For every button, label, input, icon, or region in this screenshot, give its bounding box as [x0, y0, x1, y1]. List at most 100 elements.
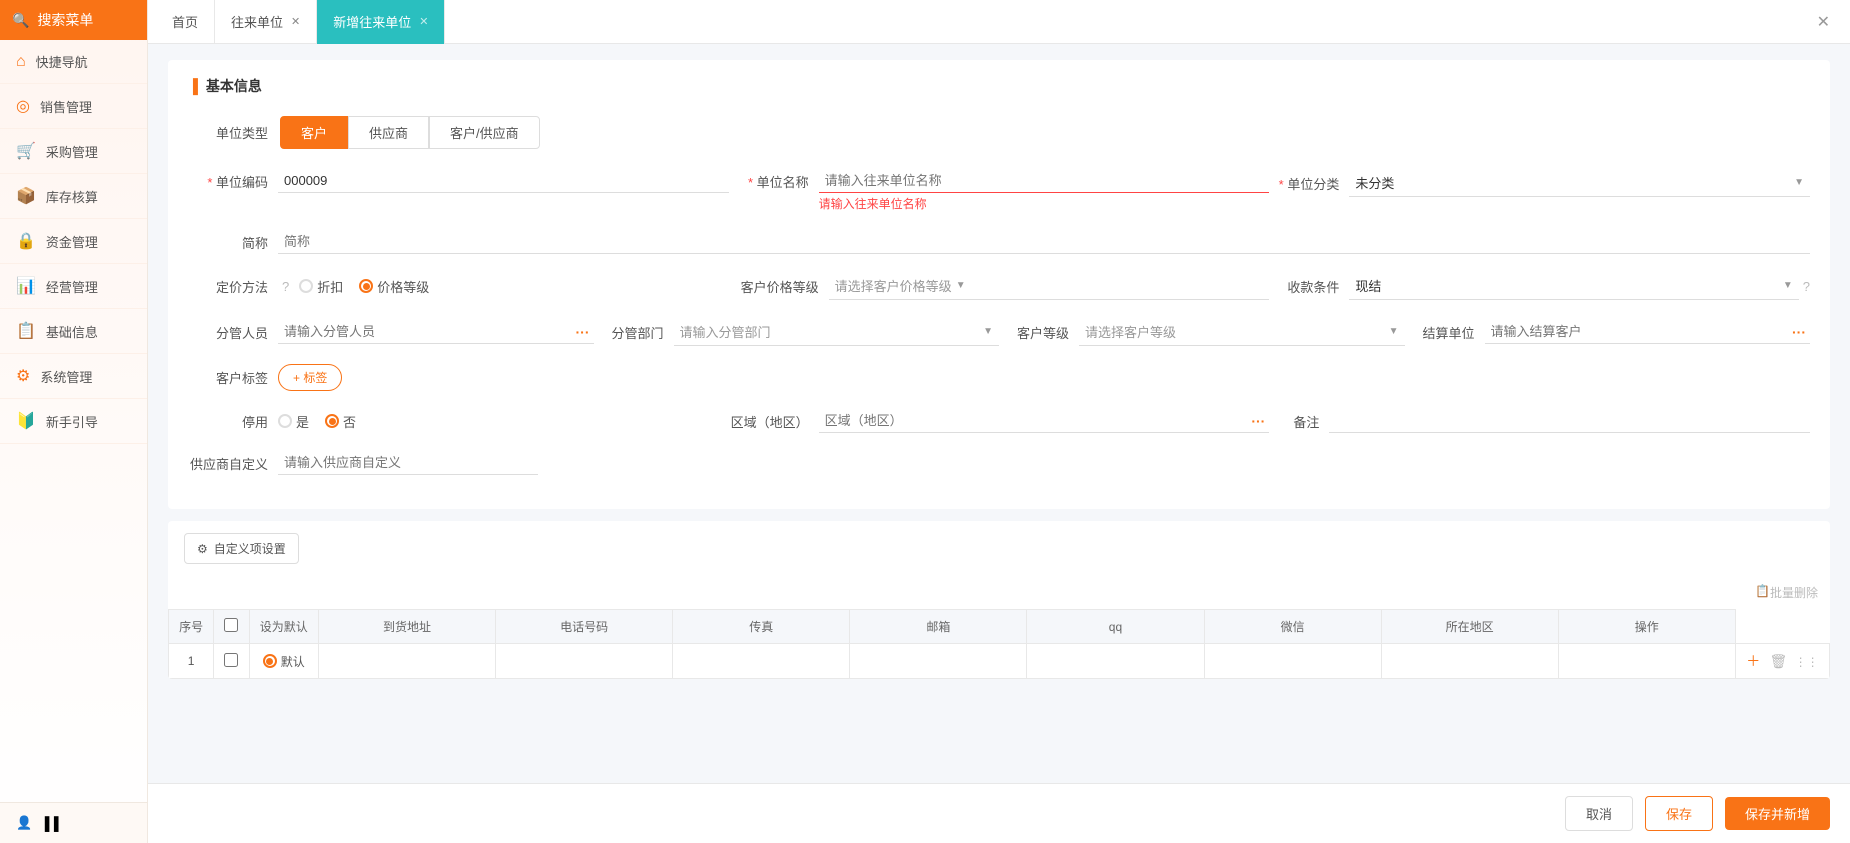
th-default [214, 610, 249, 644]
td-default-radio: 默认 [249, 644, 318, 679]
batch-delete-label[interactable]: 批量删除 [1770, 584, 1818, 601]
form-row-disabled: 停用 是 否 区域（地区） [188, 409, 1810, 433]
select-all-checkbox[interactable] [224, 618, 238, 632]
tab-home[interactable]: 首页 [156, 0, 215, 44]
short-name-input[interactable] [278, 230, 1810, 254]
user-avatar: 👤 [16, 815, 32, 831]
custom-settings-button[interactable]: ⚙ 自定义项设置 [184, 533, 299, 564]
home-icon: ⌂ [16, 53, 26, 71]
sidebar-item-quick-nav[interactable]: ⌂ 快捷导航 [0, 40, 147, 84]
th-seq: 序号 [169, 610, 214, 644]
settlement-dots-btn[interactable]: ··· [1788, 324, 1810, 340]
row-delete-button[interactable]: 🗑 [1770, 653, 1788, 669]
td-region-cell[interactable] [1558, 644, 1735, 679]
th-region: 所在地区 [1381, 610, 1558, 644]
pricing-discount-radio[interactable]: 折扣 [299, 277, 343, 296]
sidebar-item-finance[interactable]: 🔒 资金管理 [0, 219, 147, 264]
payment-terms-group: 收款条件 现结 ▼ ? [1269, 272, 1810, 300]
contact-table: 序号 设为默认 到货地址 电话号码 传真 邮箱 qq 微信 所在地区 操作 [168, 609, 1830, 679]
pricing-radio-group: 折扣 价格等级 [299, 277, 429, 296]
customer-level-group: 客户等级 请选择客户等级 ▼ [999, 318, 1405, 346]
fax-input[interactable] [860, 654, 1016, 668]
region-dots-btn[interactable]: ··· [1247, 413, 1269, 429]
unit-type-supplier-btn[interactable]: 供应商 [348, 116, 429, 149]
payment-chevron-icon: ▼ [1783, 280, 1793, 291]
unit-name-input[interactable] [819, 169, 1270, 193]
sidebar-item-operations[interactable]: 📊 经营管理 [0, 264, 147, 309]
td-contact-cell[interactable] [318, 644, 495, 679]
td-default[interactable] [214, 644, 249, 679]
price-level-chevron-icon: ▼ [956, 280, 966, 291]
address-input[interactable] [506, 654, 662, 668]
dept-select[interactable]: 请输入分管部门 ▼ [674, 318, 1000, 346]
pricing-method-group: 定价方法 ? 折扣 价格等级 [188, 277, 729, 296]
tab-new-partner[interactable]: 新增往来单位 ✕ [317, 0, 445, 44]
th-address: 到货地址 [318, 610, 495, 644]
manager-input[interactable] [278, 320, 572, 343]
settlement-unit-input[interactable] [1485, 320, 1789, 343]
tab-partners-close[interactable]: ✕ [291, 15, 300, 28]
td-wechat-cell[interactable] [1381, 644, 1558, 679]
th-contact: 设为默认 [249, 610, 318, 644]
td-phone-cell[interactable] [673, 644, 850, 679]
tab-partners[interactable]: 往来单位 ✕ [215, 0, 317, 44]
gear-icon: ⚙ [197, 542, 208, 556]
guide-icon: 🔰 [16, 411, 36, 431]
disabled-yes-radio[interactable]: 是 [278, 412, 309, 431]
td-email-cell[interactable] [1027, 644, 1204, 679]
email-input[interactable] [1037, 654, 1193, 668]
sidebar-item-guide[interactable]: 🔰 新手引导 [0, 399, 147, 444]
contact-input[interactable] [329, 654, 485, 668]
disabled-no-radio[interactable]: 否 [325, 412, 356, 431]
phone-input[interactable] [683, 654, 839, 668]
unit-category-select[interactable]: 未分类 ▼ [1349, 169, 1810, 197]
search-menu-button[interactable]: 🔍 搜索菜单 [0, 0, 147, 40]
region-input[interactable] [819, 409, 1248, 432]
unit-type-customer-btn[interactable]: 客户 [280, 116, 348, 149]
cancel-button[interactable]: 取消 [1565, 796, 1633, 831]
disabled-radio-group: 是 否 [278, 412, 356, 431]
manager-input-wrap: ··· [278, 320, 594, 344]
sidebar-item-system[interactable]: ⚙ 系统管理 [0, 354, 147, 399]
region-group: 区域（地区） ··· [729, 409, 1270, 433]
table-row: 1 默认 [169, 644, 1830, 679]
sidebar-item-purchase[interactable]: 🛒 采购管理 [0, 129, 147, 174]
tab-bar-close[interactable]: ✕ [1805, 12, 1842, 32]
customer-level-select[interactable]: 请选择客户等级 ▼ [1079, 318, 1405, 346]
td-fax-cell[interactable] [850, 644, 1027, 679]
sidebar-item-sales[interactable]: ◎ 销售管理 [0, 84, 147, 129]
sidebar-item-inventory[interactable]: 📦 库存核算 [0, 174, 147, 219]
disabled-group: 停用 是 否 [188, 412, 729, 431]
td-address-cell[interactable] [496, 644, 673, 679]
wechat-input[interactable] [1392, 654, 1548, 668]
main-content: 首页 往来单位 ✕ 新增往来单位 ✕ ✕ ▐ 基本信息 单位类型 客户 供应商 … [148, 0, 1850, 843]
batch-delete-icon: 📋 [1755, 584, 1770, 601]
sidebar-bottom: 👤 ▐▐ [0, 802, 147, 843]
unit-code-input[interactable] [278, 169, 729, 193]
td-qq-cell[interactable] [1204, 644, 1381, 679]
row-add-button[interactable]: ＋ [1746, 653, 1760, 669]
section-title: ▐ 基本信息 [188, 76, 1810, 96]
pricing-level-radio[interactable]: 价格等级 [359, 277, 429, 296]
qq-input[interactable] [1215, 654, 1371, 668]
region-table-input[interactable] [1569, 654, 1725, 668]
payment-terms-select[interactable]: 现结 ▼ [1349, 272, 1798, 300]
remark-input[interactable] [1329, 409, 1810, 433]
operations-icon: 📊 [16, 276, 36, 296]
no-radio-circle [325, 414, 339, 428]
save-button[interactable]: 保存 [1645, 796, 1713, 831]
save-new-button[interactable]: 保存并新增 [1725, 797, 1830, 830]
manager-dots-btn[interactable]: ··· [572, 324, 594, 340]
unit-type-both-btn[interactable]: 客户/供应商 [429, 116, 540, 149]
customer-price-level-select[interactable]: 请选择客户价格等级 ▼ [829, 272, 1270, 300]
default-row-radio[interactable] [263, 654, 277, 668]
tab-new-partner-close[interactable]: ✕ [419, 15, 428, 28]
pricing-help-icon[interactable]: ? [282, 279, 289, 294]
payment-help-icon[interactable]: ? [1803, 279, 1810, 294]
add-tag-button[interactable]: + 标签 [278, 364, 342, 391]
supplier-custom-input[interactable] [278, 451, 538, 475]
form-row-supplier-custom: 供应商自定义 [188, 451, 1810, 475]
row-checkbox[interactable] [224, 653, 238, 667]
sidebar-item-basic-info[interactable]: 📋 基础信息 [0, 309, 147, 354]
table-section: ⚙ 自定义项设置 📋 批量删除 序号 设为默认 到货地址 电话号码 传真 [168, 521, 1830, 679]
